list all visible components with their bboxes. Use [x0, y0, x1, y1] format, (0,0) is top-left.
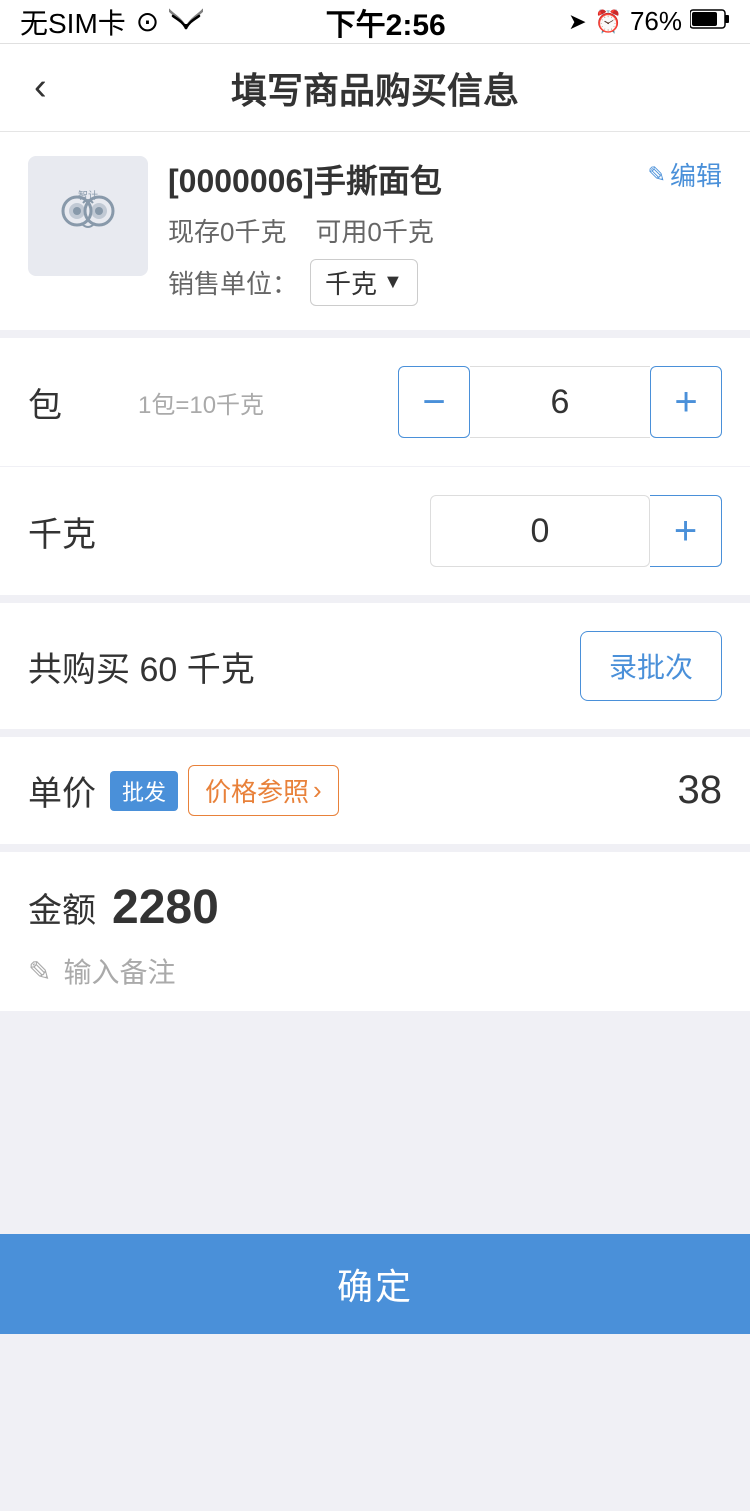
amount-row: 金额 2280 [28, 880, 722, 935]
svg-text:智计: 智计 [78, 189, 98, 202]
unit-prefix-label: 销售单位： [168, 264, 298, 301]
bottom-bar[interactable]: 确定 [0, 1234, 750, 1334]
kg-input-row: 千克 + [0, 467, 750, 595]
amount-label: 金额 [28, 883, 96, 932]
product-unit-row: 销售单位： 千克 ▼ [168, 259, 722, 306]
kg-increment-button[interactable]: + [650, 495, 722, 567]
amount-value: 2280 [112, 880, 219, 935]
alarm-icon: ⏰ [595, 9, 622, 35]
confirm-button[interactable]: 确定 [337, 1258, 413, 1310]
edit-icon: ✎ [648, 162, 666, 188]
edit-button[interactable]: ✎ 编辑 [648, 156, 722, 193]
bag-label: 包 [28, 378, 128, 427]
unit-value: 千克 [325, 264, 377, 301]
content-background [0, 1011, 750, 1411]
bag-hint: 1包=10千克 [138, 385, 264, 420]
edit-label: 编辑 [670, 156, 722, 193]
amount-section: 金额 2280 ✎ 输入备注 [0, 852, 750, 1011]
bag-decrement-button[interactable]: − [398, 366, 470, 438]
location-icon: ➤ [568, 9, 586, 35]
price-ref-button[interactable]: 价格参照 › [188, 765, 339, 816]
bag-value-input[interactable] [470, 366, 650, 438]
available-label: 可用0千克 [315, 217, 433, 247]
kg-value-input[interactable] [430, 495, 650, 567]
battery-percent: 76% [630, 6, 682, 37]
bag-stepper: − + [398, 366, 722, 438]
wifi-icon: ⊙ [136, 5, 159, 38]
page-title: 填写商品购买信息 [231, 62, 519, 114]
battery-icon [690, 8, 730, 36]
total-label: 共购买 60 千克 [28, 642, 255, 691]
status-time: 下午2:56 [326, 0, 446, 44]
total-row: 共购买 60 千克 录批次 [0, 603, 750, 737]
price-ref-label: 价格参照 [205, 772, 309, 809]
price-value: 38 [678, 768, 723, 813]
input-section: 包 1包=10千克 − + 千克 + [0, 338, 750, 603]
sim-status: 无SIM卡 [20, 2, 126, 42]
price-label: 单价 [28, 766, 96, 815]
status-left: 无SIM卡 ⊙ [20, 2, 203, 42]
bag-increment-button[interactable]: + [650, 366, 722, 438]
notes-row[interactable]: ✎ 输入备注 [28, 951, 722, 991]
nav-bar: ‹ 填写商品购买信息 [0, 44, 750, 132]
product-name: [0000006]手撕面包 [168, 156, 442, 202]
kg-label: 千克 [28, 507, 128, 556]
product-info: [0000006]手撕面包 ✎ 编辑 现存0千克 可用0千克 销售单位： 千克 … [168, 156, 722, 306]
product-stock: 现存0千克 可用0千克 [168, 212, 722, 249]
batch-button[interactable]: 录批次 [580, 631, 722, 701]
product-logo: 智计 [53, 183, 123, 250]
wifi-signal [169, 4, 203, 39]
price-row: 单价 批发 价格参照 › 38 [0, 737, 750, 844]
unit-select[interactable]: 千克 ▼ [310, 259, 418, 306]
back-button[interactable]: ‹ [24, 56, 57, 119]
product-thumbnail: 智计 [28, 156, 148, 276]
product-card: 智计 [0000006]手撕面包 ✎ 编辑 现存0千克 可用0千克 销售单位： [0, 132, 750, 338]
price-section: 单价 批发 价格参照 › 38 [0, 737, 750, 852]
dropdown-icon: ▼ [383, 271, 403, 294]
price-ref-arrow: › [313, 775, 322, 806]
notes-placeholder: 输入备注 [63, 951, 175, 991]
kg-stepper: + [430, 495, 722, 567]
status-right: ➤ ⏰ 76% [568, 6, 730, 37]
status-bar: 无SIM卡 ⊙ 下午2:56 ➤ ⏰ 76% [0, 0, 750, 44]
stock-label: 现存0千克 [168, 217, 286, 247]
bag-input-row: 包 1包=10千克 − + [0, 338, 750, 467]
pencil-icon: ✎ [28, 955, 51, 988]
price-type-tag: 批发 [110, 771, 178, 811]
